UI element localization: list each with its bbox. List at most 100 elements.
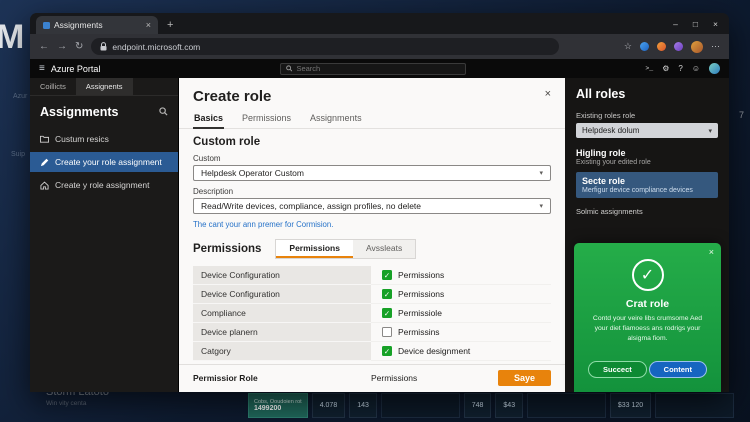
permission-label: Device designment [398, 346, 471, 356]
sidebar-search-icon[interactable] [159, 105, 168, 119]
background-window-label: Azur [13, 93, 28, 100]
sidebar-item-create-role-assignment[interactable]: Create your role assignment [30, 152, 178, 172]
extension-icon[interactable] [657, 42, 666, 51]
home-icon [40, 180, 49, 190]
portal-header: ≡ Azure Portal >_ ⚙ ? ☺ [30, 59, 729, 78]
browser-profile-avatar[interactable] [691, 40, 703, 53]
back-button[interactable]: ← [39, 41, 49, 52]
checkbox-checked[interactable]: ✓ [382, 270, 392, 280]
background-stats-strip: Cobs, Ooudoien rot 1499200 4.078 143 748… [248, 393, 734, 418]
search-icon [286, 65, 293, 72]
selected-role-item[interactable]: Secte role Merfigur device compliance de… [576, 172, 718, 198]
browser-menu-icon[interactable]: ⋯ [711, 41, 720, 52]
tab-permissions[interactable]: Permissions [241, 110, 292, 128]
desktop-corner-letter: M [0, 18, 25, 56]
succect-button[interactable]: Succect [588, 361, 647, 378]
forward-button[interactable]: → [57, 41, 67, 52]
dialog-header: Create role × [179, 78, 565, 107]
existing-roles-label: Existing roles role [576, 111, 636, 120]
toast-close-icon[interactable]: × [709, 247, 714, 257]
existing-roles-dropdown[interactable]: Helpdesk dolum ▾ [576, 123, 718, 138]
checkbox-checked[interactable]: ✓ [382, 308, 392, 318]
existing-roles-value: Helpdesk dolum [582, 126, 640, 135]
copilot-icon[interactable] [640, 42, 649, 51]
chevron-down-icon: ▾ [708, 127, 712, 135]
address-bar[interactable]: endpoint.microsoft.com [91, 38, 560, 55]
portal-content: Coillicts Assignents Assignments Custum … [30, 78, 729, 392]
dialog-tabs: Basics Permissions Assignments [179, 107, 565, 129]
all-roles-title: All roles [576, 87, 626, 101]
close-window-button[interactable]: × [713, 19, 718, 29]
browser-navbar: ← → ↻ endpoint.microsoft.com ☆ ⋯ [30, 34, 729, 59]
footer-permissions-label: Permissions [371, 373, 418, 383]
permission-option: Permissins [371, 323, 551, 342]
permission-label: Permissins [398, 327, 440, 337]
sidebar-tab-conflicts[interactable]: Coillicts [30, 78, 76, 95]
tab-favicon-icon [43, 21, 50, 29]
lock-icon [100, 42, 107, 51]
chevron-down-icon: ▾ [539, 203, 543, 210]
sidebar-title: Assignments [40, 105, 119, 119]
help-icon[interactable]: ? [678, 64, 682, 73]
portal-search-input[interactable] [296, 64, 460, 73]
stat-cell: 4.078 [311, 393, 346, 418]
footer-role-label: Permissior Role [193, 373, 258, 383]
portal-search[interactable] [279, 62, 466, 75]
maximize-button[interactable]: □ [693, 19, 698, 29]
content-button[interactable]: Content [648, 361, 707, 378]
browser-tab-strip: Assignments × + – □ × [30, 13, 729, 34]
dialog-close-icon[interactable]: × [545, 88, 551, 100]
tab-assignments[interactable]: Assignments [309, 110, 363, 128]
new-tab-button[interactable]: + [167, 19, 173, 31]
permission-label: Permissions [398, 270, 445, 280]
portal-header-icons: >_ ⚙ ? ☺ [645, 63, 720, 74]
stat-cell: Cobs, Ooudoien rot 1499200 [248, 393, 308, 418]
save-button[interactable]: Saye [497, 370, 551, 386]
custom-field-label: Custom [193, 154, 221, 163]
custom-role-section: Custom role Custom Helpdesk Operator Cus… [179, 129, 565, 229]
stat-cell: $33 120 [609, 393, 652, 418]
browser-tab[interactable]: Assignments × [36, 16, 158, 34]
sidebar-tab-assignments[interactable]: Assignents [75, 78, 133, 95]
sidebar-item-custom-roles[interactable]: Custum resics [30, 129, 178, 149]
description-field-label: Description [193, 187, 234, 196]
settings-gear-icon[interactable]: ⚙ [662, 64, 669, 73]
toast-buttons: Succect Content [583, 361, 712, 378]
sidebar-item-create-y-role-assignment[interactable]: Create y role assignment [30, 175, 178, 195]
custom-role-dropdown[interactable]: Helpdesk Operator Custom ▾ [193, 165, 551, 181]
favorites-star-icon[interactable]: ☆ [624, 41, 632, 52]
folder-icon [40, 135, 49, 143]
portal-menu-icon[interactable]: ≡ [39, 63, 45, 74]
permissions-tab-bar: Permissions Avssleats [275, 239, 417, 259]
extension-icon[interactable] [674, 42, 683, 51]
assignments-footer-label: Solmic assignments [576, 207, 643, 216]
refresh-button[interactable]: ↻ [75, 41, 83, 52]
feedback-icon[interactable]: ☺ [692, 64, 700, 73]
permission-category: Device planern [193, 323, 371, 342]
checkbox-unchecked[interactable] [382, 327, 392, 337]
checkbox-checked[interactable]: ✓ [382, 346, 392, 356]
toast-body-text: Contd your veire libs crumsome Aed your … [592, 315, 703, 343]
portal-account-avatar[interactable] [708, 63, 720, 74]
table-row: Device Configuration ✓ Permissions [193, 266, 551, 285]
stat-filler [655, 393, 734, 418]
success-check-icon: ✓ [631, 259, 664, 291]
selected-role-subtitle: Merfigur device compliance devices [582, 187, 693, 194]
permissions-tab-avssleats[interactable]: Avssleats [353, 240, 415, 258]
sidebar: Coillicts Assignents Assignments Custum … [30, 78, 178, 392]
minimize-button[interactable]: – [673, 19, 678, 29]
permission-option: ✓ Permissions [371, 266, 551, 285]
checkbox-checked[interactable]: ✓ [382, 289, 392, 299]
tab-basics[interactable]: Basics [193, 110, 225, 129]
tab-title: Assignments [54, 20, 103, 30]
higling-role-subtitle: Existing your edited role [576, 159, 651, 166]
table-row: Device planern Permissins [193, 323, 551, 342]
tab-close-icon[interactable]: × [146, 20, 151, 30]
selected-role-title: Secte role [582, 176, 626, 186]
permissions-help-link[interactable]: The cant your ann premer for Cormision. [193, 220, 551, 229]
description-dropdown[interactable]: Read/Write devices, compliance, assign p… [193, 198, 551, 214]
window-controls: – □ × [673, 19, 723, 29]
cloudshell-icon[interactable]: >_ [645, 65, 653, 72]
permissions-tab-permissions[interactable]: Permissions [276, 240, 353, 258]
permission-category: Compliance [193, 304, 371, 323]
